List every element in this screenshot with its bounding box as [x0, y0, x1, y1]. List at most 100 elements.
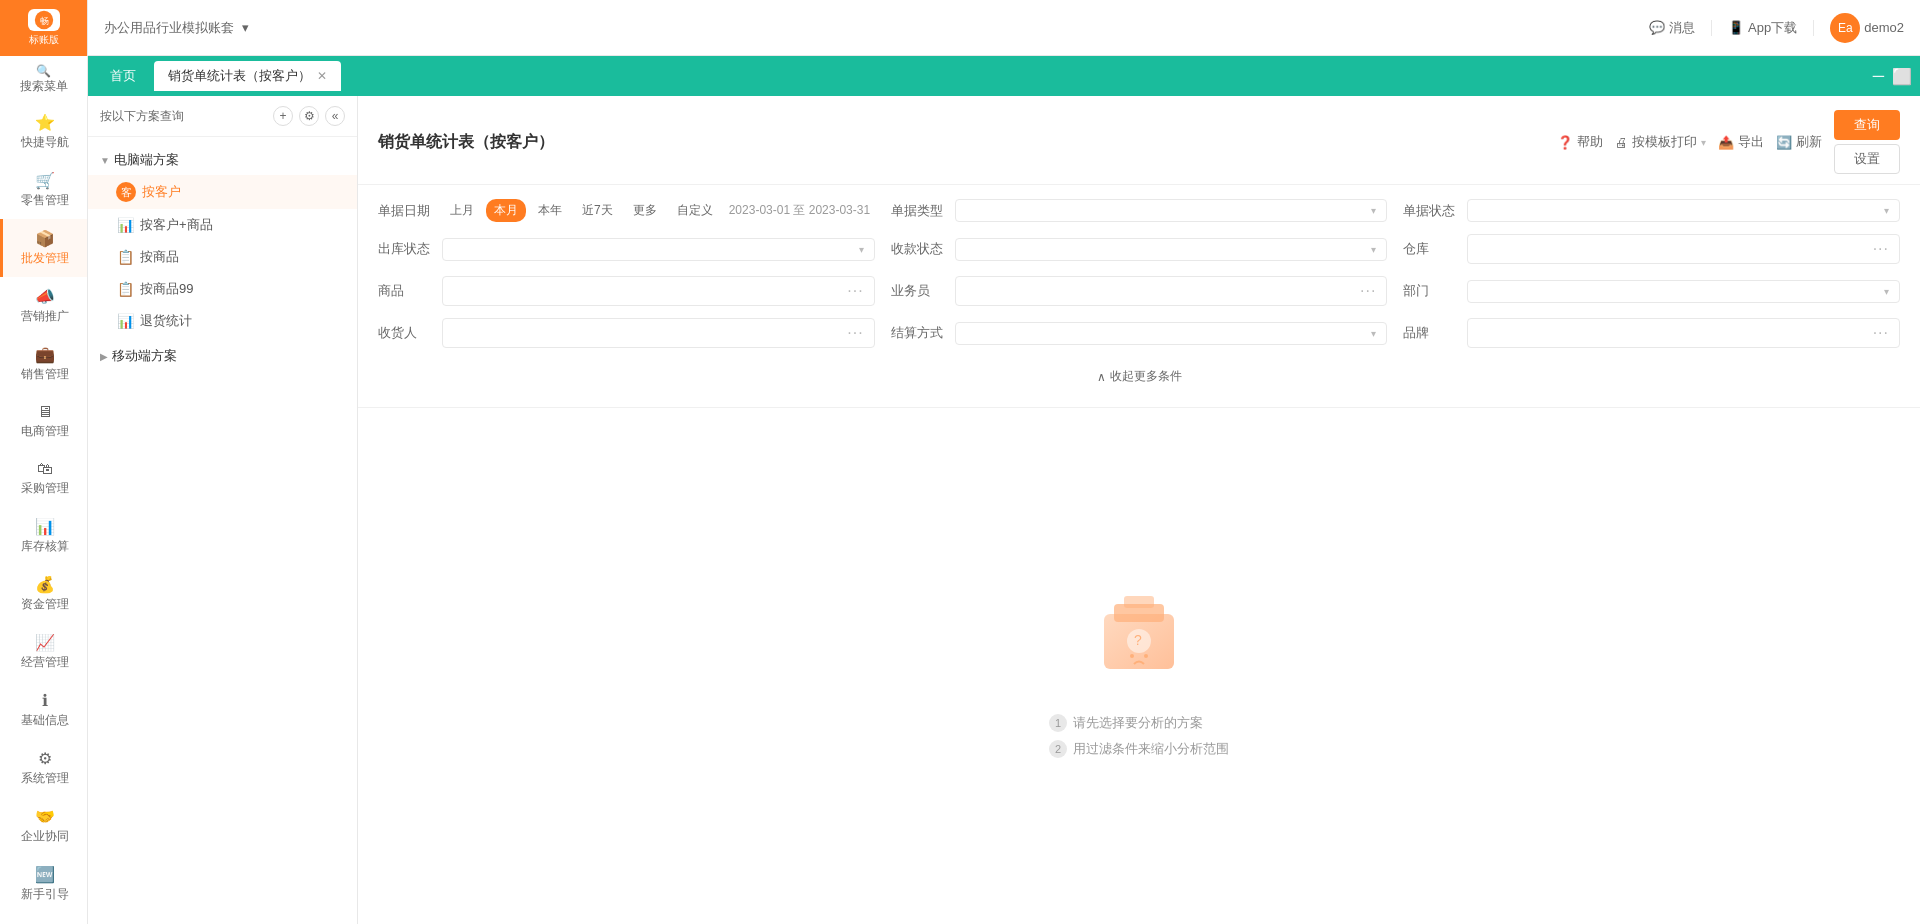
date-btn-custom[interactable]: 自定义 [669, 199, 721, 222]
sidebar-item-finance[interactable]: 💰 资金管理 [0, 565, 87, 623]
filter-out-status: 出库状态 ▾ [378, 238, 875, 261]
tabbar: 首页 销货单统计表（按客户） ✕ ─ ⬜ [88, 56, 1920, 96]
sidebar-item-ecommerce[interactable]: 🖥 电商管理 [0, 393, 87, 450]
tab-close-btn[interactable]: ✕ [317, 69, 327, 83]
date-btn-7days[interactable]: 近7天 [574, 199, 621, 222]
payment-status-select[interactable]: ▾ [955, 238, 1388, 261]
dropdown-icon[interactable]: ▾ [242, 20, 249, 35]
brand-dots-icon: ··· [1873, 324, 1889, 342]
goods-input[interactable]: ··· [442, 276, 875, 306]
tree-item-goods[interactable]: 📋 按商品 [88, 241, 357, 273]
brand-label: 品牌 [1403, 324, 1459, 342]
filter-doc-status: 单据状态 ▾ [1403, 199, 1900, 222]
sidebar-item-operations[interactable]: 📈 经营管理 [0, 623, 87, 681]
divider [1711, 20, 1712, 36]
settings-button[interactable]: 设置 [1834, 144, 1900, 174]
tree-mobile-label: 移动端方案 [112, 347, 177, 365]
warehouse-label: 仓库 [1403, 240, 1459, 258]
tab-home[interactable]: 首页 [96, 61, 150, 91]
svg-text:畅: 畅 [39, 16, 48, 26]
tip-2: 2 用过滤条件来缩小分析范围 [1049, 740, 1229, 758]
receiver-input[interactable]: ··· [442, 318, 875, 348]
left-panel-actions: + ⚙ « [273, 106, 345, 126]
department-select[interactable]: ▾ [1467, 280, 1900, 303]
sidebar-item-quicknav[interactable]: ⭐ 快捷导航 [0, 103, 87, 161]
sidebar-item-sales[interactable]: 💼 销售管理 [0, 335, 87, 393]
sidebar-item-retail[interactable]: 🛒 零售管理 [0, 161, 87, 219]
settlement-select[interactable]: ▾ [955, 322, 1388, 345]
scheme-settings-btn[interactable]: ⚙ [299, 106, 319, 126]
collapse-panel-btn[interactable]: « [325, 106, 345, 126]
doc-status-select[interactable]: ▾ [1467, 199, 1900, 222]
chevron-down-icon: ▾ [1371, 205, 1376, 216]
tree-desktop[interactable]: ▼ 电脑端方案 [88, 145, 357, 175]
tip-1: 1 请先选择要分析的方案 [1049, 714, 1229, 732]
export-btn[interactable]: 📤 导出 [1718, 133, 1764, 151]
sidebar-item-inventory[interactable]: 📊 库存核算 [0, 507, 87, 565]
content-area: 按以下方案查询 + ⚙ « ▼ 电脑端方案 客 按客户 📊 按客 [88, 96, 1920, 924]
brand-input[interactable]: ··· [1467, 318, 1900, 348]
tree-item-return[interactable]: 📊 退货统计 [88, 305, 357, 337]
query-button[interactable]: 查询 [1834, 110, 1900, 140]
sidebar-item-basic-info[interactable]: ℹ 基础信息 [0, 681, 87, 739]
tab-maximize-btn[interactable]: ⬜ [1892, 67, 1912, 86]
receiver-label: 收货人 [378, 324, 434, 342]
sidebar-item-marketing[interactable]: 📣 营销推广 [0, 277, 87, 335]
sidebar-item-enterprise[interactable]: 🤝 企业协同 [0, 797, 87, 855]
sidebar: 畅 标账版 🔍 搜索菜单 ⭐ 快捷导航 🛒 零售管理 📦 批发管理 📣 营销推广… [0, 0, 88, 924]
filter-settlement: 结算方式 ▾ [891, 322, 1388, 345]
chevron-down-icon2: ▾ [1884, 205, 1889, 216]
sidebar-item-wholesale[interactable]: 📦 批发管理 [0, 219, 87, 277]
doc-type-select[interactable]: ▾ [955, 199, 1388, 222]
date-btn-this-month[interactable]: 本月 [486, 199, 526, 222]
left-panel: 按以下方案查询 + ⚙ « ▼ 电脑端方案 客 按客户 📊 按客 [88, 96, 358, 924]
tab-minimize-btn[interactable]: ─ [1873, 67, 1884, 85]
sidebar-item-appcenter[interactable]: 🔧 应用中心 [0, 913, 87, 924]
print-btn[interactable]: 🖨 按模板打印 ▾ [1615, 133, 1706, 151]
tree-item-customer-goods[interactable]: 📊 按客户+商品 [88, 209, 357, 241]
search-icon: 🔍 [4, 64, 83, 78]
tree-mobile[interactable]: ▶ 移动端方案 [88, 341, 357, 371]
filter-area: 单据日期 上月 本月 本年 近7天 更多 自定义 2023-03-01 至 20… [358, 185, 1920, 408]
page-header: 销货单统计表（按客户） ❓ 帮助 🖨 按模板打印 ▾ 📤 导出 [358, 96, 1920, 185]
tab-sales-stats[interactable]: 销货单统计表（按客户） ✕ [154, 61, 341, 91]
tree-section: ▼ 电脑端方案 客 按客户 📊 按客户+商品 📋 按商品 📋 按商品9 [88, 137, 357, 379]
chevron-down-icon3: ▾ [859, 244, 864, 255]
customer-icon: 客 [116, 182, 136, 202]
sidebar-item-search[interactable]: 🔍 搜索菜单 [0, 56, 87, 103]
help-btn[interactable]: ❓ 帮助 [1557, 133, 1603, 151]
tree-item-goods99[interactable]: 📋 按商品99 [88, 273, 357, 305]
collapse-bar[interactable]: ∧ 收起更多条件 [378, 360, 1900, 393]
app-download-btn[interactable]: 📱 App下载 [1728, 19, 1797, 37]
logo-text: 标账版 [29, 33, 59, 47]
date-btn-last-month[interactable]: 上月 [442, 199, 482, 222]
goods99-icon: 📋 [116, 280, 134, 298]
empty-state: ? 1 请先选择要分析的方案 2 用过滤条件来缩小分析范围 [358, 408, 1920, 924]
out-status-select[interactable]: ▾ [442, 238, 875, 261]
sidebar-item-system[interactable]: ⚙ 系统管理 [0, 739, 87, 797]
tree-item-customer[interactable]: 客 按客户 [88, 175, 357, 209]
topbar-right-area: 💬 消息 📱 App下载 Ea demo2 [1649, 13, 1904, 43]
sidebar-item-newguide[interactable]: 🆕 新手引导 [0, 855, 87, 913]
warehouse-input[interactable]: ··· [1467, 234, 1900, 264]
sidebar-item-purchase[interactable]: 🛍 采购管理 [0, 450, 87, 507]
receiver-dots-icon: ··· [847, 324, 863, 342]
page-actions: ❓ 帮助 🖨 按模板打印 ▾ 📤 导出 🔄 刷新 [1557, 110, 1900, 174]
page-title: 销货单统计表（按客户） [378, 132, 554, 153]
date-btn-this-year[interactable]: 本年 [530, 199, 570, 222]
logo-icon: 畅 [28, 9, 60, 31]
tree-arrow: ▼ [100, 155, 110, 166]
salesman-dots-icon: ··· [1360, 282, 1376, 300]
department-label: 部门 [1403, 282, 1459, 300]
date-btn-more[interactable]: 更多 [625, 199, 665, 222]
topbar-title-area: 办公用品行业模拟账套 ▾ [104, 19, 249, 37]
goods-icon: 📋 [116, 248, 134, 266]
left-panel-header: 按以下方案查询 + ⚙ « [88, 96, 357, 137]
user-avatar-btn[interactable]: Ea demo2 [1830, 13, 1904, 43]
filter-receiver: 收货人 ··· [378, 318, 875, 348]
settlement-chevron-icon: ▾ [1371, 328, 1376, 339]
add-scheme-btn[interactable]: + [273, 106, 293, 126]
message-btn[interactable]: 💬 消息 [1649, 19, 1695, 37]
salesman-input[interactable]: ··· [955, 276, 1388, 306]
refresh-btn[interactable]: 🔄 刷新 [1776, 133, 1822, 151]
